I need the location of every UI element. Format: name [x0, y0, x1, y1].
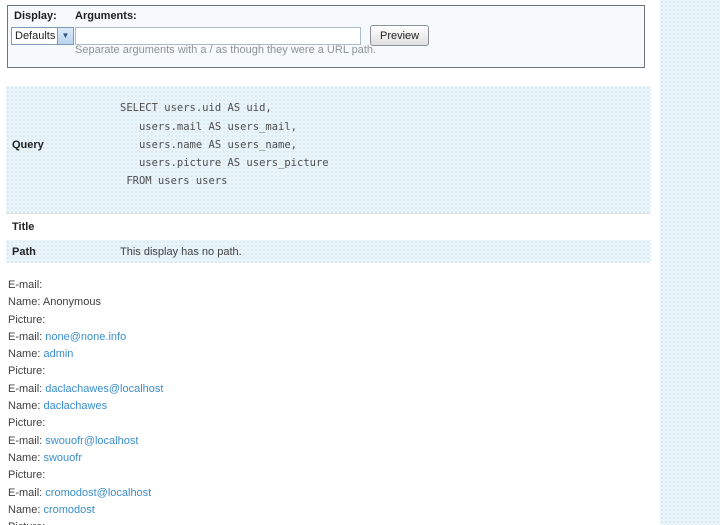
field-label-email: E-mail:: [8, 330, 43, 343]
user-email-link[interactable]: daclachawes@localhost: [45, 383, 163, 395]
preview-info-table: Query SELECT users.uid AS uid, users.mai…: [6, 86, 651, 263]
result-field-email: E-mail: cromodost@localhost: [8, 485, 648, 502]
user-email-link[interactable]: none@none.info: [45, 331, 126, 343]
display-label: Display:: [14, 10, 57, 22]
result-field-email: E-mail: daclachawes@localhost: [8, 381, 648, 398]
field-label-picture: Picture:: [8, 313, 46, 326]
field-label-email: E-mail:: [8, 279, 43, 291]
result-field-name: Name: admin: [8, 346, 648, 363]
result-field-email: E-mail: none@none.info: [8, 329, 648, 346]
views-preview-page: Display: Arguments: Defaults ▼ Preview S…: [0, 0, 720, 525]
field-label-picture: Picture:: [8, 469, 46, 482]
user-name-link[interactable]: cromodost: [43, 504, 94, 516]
result-field-name: Name: daclachawes: [8, 398, 648, 415]
field-label-picture: Picture:: [8, 365, 46, 378]
field-label-picture: Picture:: [8, 417, 46, 430]
result-field-picture: Picture:: [8, 467, 648, 484]
field-label-name: Name:: [8, 348, 41, 361]
result-field-name: Name: cromodost: [8, 502, 648, 519]
field-label-email: E-mail:: [8, 382, 43, 395]
display-select[interactable]: Defaults ▼: [11, 27, 74, 45]
user-name-link[interactable]: daclachawes: [43, 400, 107, 412]
result-field-picture: Picture:: [8, 415, 648, 432]
result-field-name: Name: swouofr: [8, 450, 648, 467]
field-label-email: E-mail:: [8, 434, 43, 447]
field-label-email: E-mail:: [8, 486, 43, 499]
query-row: Query SELECT users.uid AS uid, users.mai…: [6, 86, 651, 213]
page-background-strip: [660, 0, 720, 525]
field-label-picture: Picture:: [8, 521, 45, 525]
user-email-link[interactable]: cromodost@localhost: [45, 487, 151, 499]
arguments-input[interactable]: [75, 27, 361, 45]
user-name-value: Anonymous: [42, 296, 101, 309]
chevron-down-icon: ▼: [57, 28, 73, 44]
user-email-link[interactable]: swouofr@localhost: [45, 435, 138, 447]
result-field-picture: Picture:: [8, 363, 648, 380]
field-label-name: Name:: [8, 451, 41, 464]
result-field-picture: Picture:: [8, 519, 648, 525]
arguments-help-text: Separate arguments with a / as though th…: [75, 44, 377, 56]
title-label: Title: [12, 220, 35, 233]
title-row: Title: [6, 213, 651, 239]
result-field-picture: Picture:: [8, 312, 648, 329]
query-sql: SELECT users.uid AS uid, users.mail AS u…: [120, 102, 329, 188]
path-label: Path: [12, 245, 36, 258]
arguments-label: Arguments:: [75, 10, 137, 22]
preview-results: E-mail: Name: Anonymous Picture: E-mail: no…: [8, 277, 648, 525]
path-value: This display has no path.: [120, 245, 242, 258]
user-name-link[interactable]: swouofr: [43, 452, 82, 464]
result-field-email: E-mail: swouofr@localhost: [8, 433, 648, 450]
field-label-name: Name:: [8, 400, 41, 413]
path-row: Path This display has no path.: [6, 239, 651, 263]
user-name-link[interactable]: admin: [43, 348, 73, 360]
result-field-name: Name: Anonymous: [8, 294, 648, 311]
field-label-name: Name:: [8, 296, 41, 309]
preview-form: Display: Arguments: Defaults ▼ Preview S…: [7, 5, 645, 68]
display-select-value: Defaults: [15, 30, 56, 42]
preview-button[interactable]: Preview: [370, 25, 430, 46]
query-label: Query: [12, 139, 44, 151]
result-field-email: E-mail:: [8, 277, 648, 294]
field-label-name: Name:: [8, 503, 41, 516]
